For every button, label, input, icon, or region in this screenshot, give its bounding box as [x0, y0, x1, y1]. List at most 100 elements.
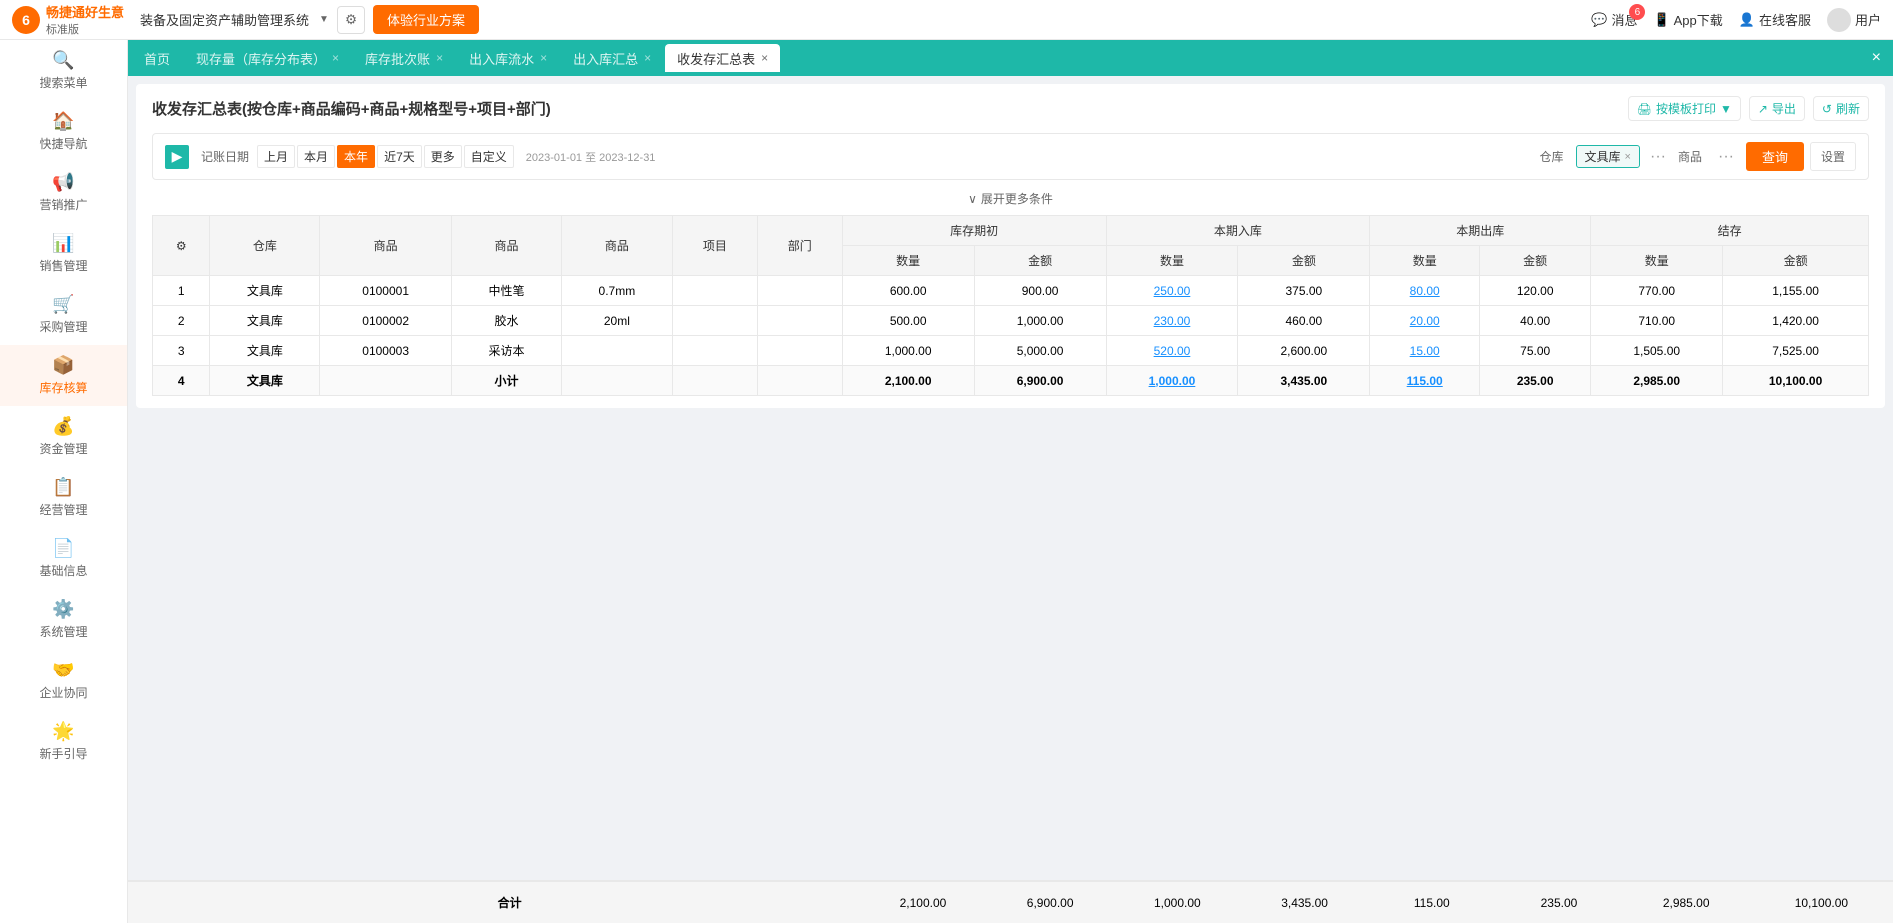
tab-bar-close-button[interactable]: ×: [1864, 49, 1889, 67]
sidebar-item-guide[interactable]: 🌟 新手引导: [0, 711, 127, 772]
sidebar-label-enterprise: 企业协同: [39, 684, 87, 701]
row-in-amt: 3,435.00: [1238, 366, 1370, 396]
row-out-qty-link[interactable]: 80.00: [1410, 284, 1440, 298]
tab-summary-io[interactable]: 出入库汇总 ×: [561, 44, 663, 72]
query-button[interactable]: 查询: [1746, 142, 1804, 171]
row-in-qty-link[interactable]: 520.00: [1154, 344, 1191, 358]
warehouse-more-dots[interactable]: ···: [1650, 148, 1666, 166]
app-download-button[interactable]: 📱 App下载: [1653, 10, 1722, 29]
sidebar-item-quick-nav[interactable]: 🏠 快捷导航: [0, 101, 127, 162]
sidebar-label-search: 搜索菜单: [39, 74, 87, 91]
row-out-qty-link[interactable]: 115.00: [1407, 374, 1443, 388]
sidebar-item-finance[interactable]: 💰 资金管理: [0, 406, 127, 467]
tab-receipt-summary[interactable]: 收发存汇总表 ×: [665, 44, 780, 72]
date-btn-7days[interactable]: 近7天: [377, 145, 422, 168]
tab-batch[interactable]: 库存批次账 ×: [353, 44, 455, 72]
tab-stock-dist-close[interactable]: ×: [332, 51, 339, 65]
row-in-qty[interactable]: 230.00: [1106, 306, 1238, 336]
row-project: [672, 366, 757, 396]
warehouse-filter-label: 仓库: [1540, 148, 1564, 165]
row-open-amt: 6,900.00: [974, 366, 1106, 396]
tab-flow[interactable]: 出入库流水 ×: [457, 44, 559, 72]
row-in-qty[interactable]: 250.00: [1106, 276, 1238, 306]
table-row: 1文具库0100001中性笔0.7mm600.00900.00250.00375…: [153, 276, 1869, 306]
row-out-qty-link[interactable]: 15.00: [1410, 344, 1440, 358]
export-button[interactable]: ↗ 导出: [1749, 96, 1805, 121]
row-out-amt: 75.00: [1480, 336, 1591, 366]
tab-stock-dist[interactable]: 现存量（库存分布表） ×: [184, 44, 351, 72]
setting-button[interactable]: 设置: [1810, 142, 1856, 171]
warehouse-tag-close[interactable]: ×: [1625, 151, 1631, 163]
row-warehouse: 文具库: [210, 366, 320, 396]
th-dept: 部门: [757, 216, 842, 276]
date-btn-more[interactable]: 更多: [424, 145, 462, 168]
refresh-button[interactable]: ↺ 刷新: [1813, 96, 1869, 121]
main-layout: 🔍 搜索菜单 🏠 快捷导航 📢 营销推广 📊 销售管理 🛒 采购管理 📦 库存核…: [0, 40, 1893, 923]
row-in-amt: 375.00: [1238, 276, 1370, 306]
top-header: 6 畅捷通好生意 标准版 装备及固定资产辅助管理系统 ▼ ⚙ 体验行业方案 💬 …: [0, 0, 1893, 40]
page-inner: 收发存汇总表(按仓库+商品编码+商品+规格型号+项目+部门) 🖨 按模板打印 ▼…: [136, 84, 1885, 408]
row-out-qty-link[interactable]: 20.00: [1410, 314, 1440, 328]
tab-summary-io-close[interactable]: ×: [644, 51, 651, 65]
row-in-qty[interactable]: 520.00: [1106, 336, 1238, 366]
sidebar-item-sales[interactable]: 📊 销售管理: [0, 223, 127, 284]
footer-empty-3: [303, 888, 446, 917]
date-btn-last-month[interactable]: 上月: [257, 145, 295, 168]
tab-receipt-summary-close[interactable]: ×: [761, 51, 768, 65]
filter-expand-button[interactable]: ▶: [165, 145, 189, 169]
footer-table: 合计 2,100.00 6,900.00 1,000.00 3,435.00 1…: [128, 888, 1893, 917]
refresh-icon: ↺: [1822, 102, 1832, 116]
date-btn-custom[interactable]: 自定义: [464, 145, 514, 168]
sidebar-item-purchase[interactable]: 🛒 采购管理: [0, 284, 127, 345]
row-in-qty-link[interactable]: 1,000.00: [1149, 374, 1196, 388]
tab-home[interactable]: 首页: [132, 44, 182, 72]
row-in-qty-link[interactable]: 230.00: [1154, 314, 1191, 328]
table-row: 3文具库0100003采访本1,000.005,000.00520.002,60…: [153, 336, 1869, 366]
online-service-button[interactable]: 👤 在线客服: [1739, 10, 1811, 29]
row-in-qty[interactable]: 1,000.00: [1106, 366, 1238, 396]
th-settings[interactable]: ⚙: [153, 216, 210, 276]
date-btn-this-month[interactable]: 本月: [297, 145, 335, 168]
th-warehouse: 仓库: [210, 216, 320, 276]
system-dropdown-arrow[interactable]: ▼: [319, 14, 329, 25]
row-out-qty[interactable]: 15.00: [1370, 336, 1480, 366]
sales-icon: 📊: [52, 233, 74, 254]
sidebar-item-system[interactable]: ⚙️ 系统管理: [0, 589, 127, 650]
tab-batch-close[interactable]: ×: [436, 51, 443, 65]
footer-total: 合计 2,100.00 6,900.00 1,000.00 3,435.00 1…: [128, 880, 1893, 923]
print-button[interactable]: 🖨 按模板打印 ▼: [1628, 96, 1741, 121]
row-out-amt: 40.00: [1480, 306, 1591, 336]
row-spec: [561, 336, 672, 366]
row-out-qty[interactable]: 20.00: [1370, 306, 1480, 336]
row-out-qty[interactable]: 115.00: [1370, 366, 1480, 396]
expand-more-button[interactable]: ∨ 展开更多条件: [968, 190, 1053, 207]
row-bal-qty: 710.00: [1591, 306, 1723, 336]
sidebar-item-basic[interactable]: 📄 基础信息: [0, 528, 127, 589]
date-btn-this-year[interactable]: 本年: [337, 145, 375, 168]
header-right: 💬 消息 6 📱 App下载 👤 在线客服 用户: [1591, 8, 1881, 32]
data-table: ⚙ 仓库 商品 商品 商品 项目 部门 库存期初 本期入库 本期出库 结存: [152, 215, 1869, 396]
tab-flow-close[interactable]: ×: [540, 51, 547, 65]
sidebar-item-search[interactable]: 🔍 搜索菜单: [0, 40, 127, 101]
sidebar-item-enterprise[interactable]: 🤝 企业协同: [0, 650, 127, 711]
footer-in-amt: 3,435.00: [1241, 888, 1368, 917]
trial-button[interactable]: 体验行业方案: [373, 5, 479, 34]
row-in-qty-link[interactable]: 250.00: [1154, 284, 1191, 298]
gear-button[interactable]: ⚙: [337, 6, 365, 34]
logo-title: 畅捷通好生意: [46, 2, 124, 21]
th-name: 商品: [452, 216, 562, 276]
user-button[interactable]: 用户: [1827, 8, 1881, 32]
message-button[interactable]: 💬 消息 6: [1591, 10, 1637, 29]
row-out-qty[interactable]: 80.00: [1370, 276, 1480, 306]
footer-out-qty: 115.00: [1368, 888, 1495, 917]
row-dept: [757, 276, 842, 306]
logo-area: 6 畅捷通好生意 标准版: [12, 2, 124, 37]
row-spec: 20ml: [561, 306, 672, 336]
sidebar-item-inventory[interactable]: 📦 库存核算: [0, 345, 127, 406]
sidebar-item-marketing[interactable]: 📢 营销推广: [0, 162, 127, 223]
row-project: [672, 306, 757, 336]
goods-more-dots[interactable]: ···: [1718, 148, 1734, 166]
warehouse-tag[interactable]: 文具库 ×: [1576, 145, 1640, 168]
sidebar-item-operations[interactable]: 📋 经营管理: [0, 467, 127, 528]
th-out: 本期出库: [1370, 216, 1591, 246]
